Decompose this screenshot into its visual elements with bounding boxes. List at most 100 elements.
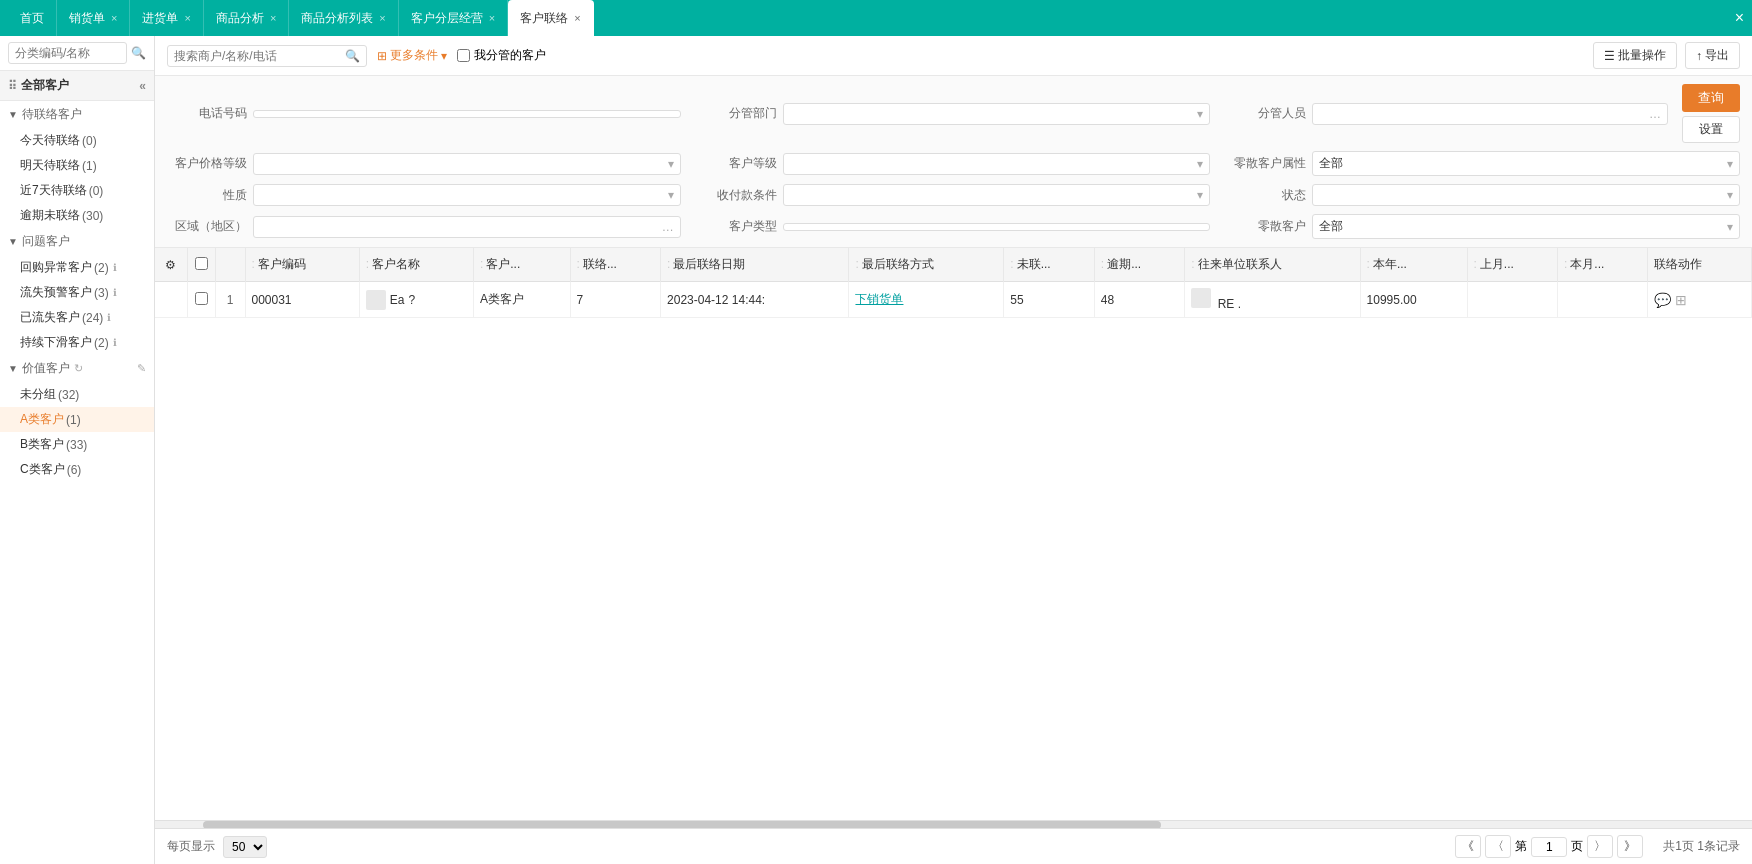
payment-select[interactable]: ▾	[783, 184, 1211, 206]
sidebar-item-b-class[interactable]: B类客户 (33)	[0, 432, 154, 457]
filter-search-input[interactable]	[174, 49, 345, 63]
status-select[interactable]: ▾	[1312, 184, 1740, 206]
row-last-month	[1467, 282, 1557, 318]
page-end-label: 页	[1571, 838, 1583, 855]
info-icon-3[interactable]: ℹ	[107, 312, 111, 323]
tab-home[interactable]: 首页	[8, 0, 57, 36]
tab-sales[interactable]: 销货单 ×	[57, 0, 130, 36]
all-customers-header[interactable]: ⠿ 全部客户 «	[0, 71, 154, 101]
sidebar-item-near7[interactable]: 近7天待联络 (0)	[0, 178, 154, 203]
my-customers-check-input[interactable]	[457, 49, 470, 62]
region-select[interactable]: …	[253, 216, 681, 238]
sidebar-item-overdue[interactable]: 逾期未联络 (30)	[0, 203, 154, 228]
tab-sales-close[interactable]: ×	[111, 12, 117, 24]
retail-attr-select[interactable]: 全部 ▾	[1312, 151, 1740, 176]
customer-type-label: 客户类型	[697, 218, 777, 235]
filter-row-region: 区域（地区） …	[167, 214, 681, 239]
item-lost-count: (24)	[82, 311, 103, 325]
row-code: 000031	[245, 282, 359, 318]
row-no-contact: 55	[1004, 282, 1094, 318]
my-customers-label: 我分管的客户	[474, 47, 546, 64]
refresh-icon[interactable]: ↻	[74, 362, 83, 375]
filter-row-status: 状态 ▾	[1226, 184, 1740, 206]
tab-goods-list-close[interactable]: ×	[379, 12, 385, 24]
row-check[interactable]	[187, 282, 215, 318]
last-page-btn[interactable]: 》	[1617, 835, 1643, 858]
export-btn[interactable]: ↑ 导出	[1685, 42, 1740, 69]
tab-customer-contact[interactable]: 客户联络 ×	[508, 0, 593, 36]
page-size-select[interactable]: 50	[223, 836, 267, 858]
next-page-btn[interactable]: 〉	[1587, 835, 1613, 858]
last-method-link[interactable]: 下销货单	[855, 292, 903, 306]
sidebar-group-problem[interactable]: ▼ 问题客户	[0, 228, 154, 255]
phone-input[interactable]	[253, 110, 681, 118]
tab-goods-list[interactable]: 商品分析列表 ×	[289, 0, 398, 36]
price-level-select[interactable]: ▾	[253, 153, 681, 175]
query-btn[interactable]: 查询	[1682, 84, 1740, 112]
manager-select[interactable]: …	[1312, 103, 1668, 125]
row-last-method[interactable]: 下销货单	[849, 282, 1004, 318]
row-checkbox[interactable]	[195, 292, 208, 305]
tab-purchase[interactable]: 进货单 ×	[130, 0, 203, 36]
tab-purchase-close[interactable]: ×	[184, 12, 190, 24]
batch-label: 批量操作	[1618, 47, 1666, 64]
collapse-icon[interactable]: «	[139, 79, 146, 93]
tab-goods-analysis-close[interactable]: ×	[270, 12, 276, 24]
col-gear[interactable]: ⚙	[155, 248, 187, 282]
item-tomorrow-label: 明天待联络	[20, 157, 80, 174]
customer-type-input[interactable]	[783, 223, 1211, 231]
info-icon-1[interactable]: ℹ	[113, 262, 117, 273]
retail-customer-select[interactable]: 全部 ▾	[1312, 214, 1740, 239]
nature-select[interactable]: ▾	[253, 184, 681, 206]
edit-icon[interactable]: ✎	[137, 362, 146, 375]
col-name: :客户名称	[359, 248, 473, 282]
sidebar-item-today[interactable]: 今天待联络 (0)	[0, 128, 154, 153]
col-last-month: :上月...	[1467, 248, 1557, 282]
prev-page-btn[interactable]: 〈	[1485, 835, 1511, 858]
first-page-btn[interactable]: 《	[1455, 835, 1481, 858]
item-b-count: (33)	[66, 438, 87, 452]
col-check[interactable]	[187, 248, 215, 282]
filter-more-btn[interactable]: ⊞ 更多条件 ▾	[377, 47, 447, 64]
sidebar-item-persist-decline[interactable]: 持续下滑客户 (2) ℹ	[0, 330, 154, 355]
horizontal-scrollbar[interactable]	[155, 820, 1752, 828]
row-actions: 💬 ⊞	[1648, 282, 1752, 318]
sidebar-item-tomorrow[interactable]: 明天待联络 (1)	[0, 153, 154, 178]
my-customers-checkbox[interactable]: 我分管的客户	[457, 47, 546, 64]
customer-level-select[interactable]: ▾	[783, 153, 1211, 175]
status-chevron: ▾	[1727, 188, 1733, 202]
info-icon-4[interactable]: ℹ	[113, 337, 117, 348]
sidebar-search-input[interactable]	[8, 42, 127, 64]
tab-goods-analysis[interactable]: 商品分析 ×	[204, 0, 289, 36]
status-label: 状态	[1226, 187, 1306, 204]
info-icon-2[interactable]: ℹ	[113, 287, 117, 298]
sidebar-item-lost[interactable]: 已流失客户 (24) ℹ	[0, 305, 154, 330]
sidebar-item-c-class[interactable]: C类客户 (6)	[0, 457, 154, 482]
item-lost-pending-label: 流失预警客户	[20, 284, 92, 301]
dept-select[interactable]: ▾	[783, 103, 1211, 125]
sidebar-item-repurchase[interactable]: 回购异常客户 (2) ℹ	[0, 255, 154, 280]
col-num	[215, 248, 245, 282]
col-code: :客户编码	[245, 248, 359, 282]
sidebar-item-unsorted[interactable]: 未分组 (32)	[0, 382, 154, 407]
sidebar-item-a-class[interactable]: A类客户 (1)	[0, 407, 154, 432]
page-input[interactable]	[1531, 837, 1567, 857]
close-all-icon[interactable]: ×	[1735, 9, 1744, 27]
sidebar-group-pending[interactable]: ▼ 待联络客户	[0, 101, 154, 128]
top-nav: 首页 销货单 × 进货单 × 商品分析 × 商品分析列表 × 客户分层经营 × …	[0, 0, 1752, 36]
filter-search-icon[interactable]: 🔍	[345, 49, 360, 63]
chat-icon[interactable]: 💬	[1654, 292, 1671, 308]
tab-customer-contact-close[interactable]: ×	[574, 12, 580, 24]
page-size-label: 每页显示	[167, 838, 215, 855]
sidebar-search-icon[interactable]: 🔍	[131, 46, 146, 60]
sidebar-item-lost-pending[interactable]: 流失预警客户 (3) ℹ	[0, 280, 154, 305]
sidebar-search-area: 🔍	[0, 36, 154, 71]
grid-icon[interactable]: ⊞	[1675, 292, 1687, 308]
filter-row-manager: 分管人员 … 查询 设置	[1226, 84, 1740, 143]
tab-customer-segment[interactable]: 客户分层经营 ×	[399, 0, 508, 36]
batch-btn[interactable]: ☰ 批量操作	[1593, 42, 1677, 69]
settings-btn[interactable]: 设置	[1682, 116, 1740, 143]
tab-customer-segment-close[interactable]: ×	[489, 12, 495, 24]
sidebar-group-value[interactable]: ▼ 价值客户 ↻ ✎	[0, 355, 154, 382]
select-all-checkbox[interactable]	[195, 257, 208, 270]
